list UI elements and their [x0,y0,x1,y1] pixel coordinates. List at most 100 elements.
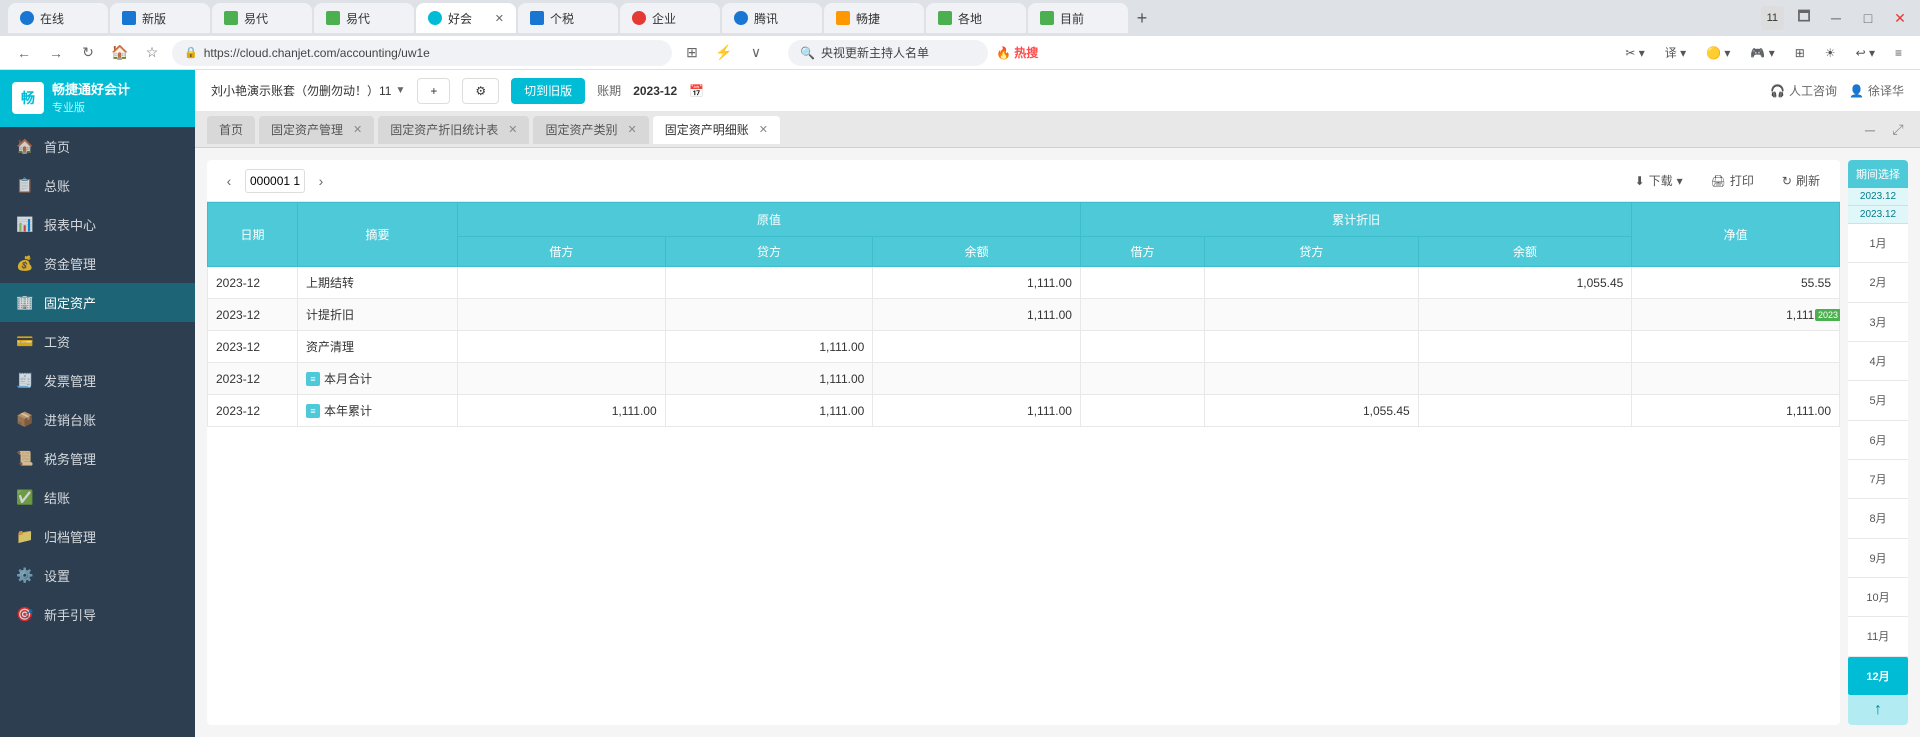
tab-label: 腾讯 [754,10,778,27]
assets-icon: 🏢 [16,293,34,311]
col-acc-debit: 借方 [1080,237,1204,267]
year-badge: 2023 [1815,309,1840,321]
download-button[interactable]: ⬇ 下载 ▾ [1627,168,1691,193]
add-account-button[interactable]: + [417,78,450,104]
month-item-6[interactable]: 6月 [1848,421,1908,460]
browser-tab-geshui[interactable]: 个税 [518,3,618,33]
home-button[interactable]: 🏠 [108,41,132,65]
month-item-4[interactable]: 4月 [1848,342,1908,381]
app-container: 畅 畅捷通好会计 专业版 🏠 首页 📋 总账 📊 报表中心 💰 资金管理 [0,70,1920,737]
brightness-tool[interactable]: ☀ [1819,44,1842,62]
tab-fixed-assets-mgmt[interactable]: 固定资产管理 ✕ [259,116,374,144]
refresh-button[interactable]: ↻ 刷新 [1774,168,1828,193]
month-item-9[interactable]: 9月 [1848,539,1908,578]
sidebar-item-guide[interactable]: 🎯 新手引导 [0,595,195,634]
pager-input[interactable] [245,169,305,193]
cell-summary: ≡ 本月合计 [298,363,458,395]
month-item-8[interactable]: 8月 [1848,499,1908,538]
panel-minimize-button[interactable]: ─ [1860,120,1880,140]
browser-search-box[interactable]: 🔍 央视更新主持人名单 [788,40,988,66]
browser-tab-yidai2[interactable]: 易代 [314,3,414,33]
browser-tab-muqian[interactable]: 目前 [1028,3,1128,33]
sidebar-item-funds[interactable]: 💰 资金管理 [0,244,195,283]
browser-tab-gedi[interactable]: 各地 [926,3,1026,33]
tab-close-icon[interactable]: ✕ [353,123,362,136]
scroll-up-button[interactable]: ↑ [1848,695,1908,725]
sidebar-item-ledger[interactable]: 📋 总账 [0,166,195,205]
sidebar-item-purchase-sales[interactable]: 📦 进销台账 [0,400,195,439]
sidebar-item-reports[interactable]: 📊 报表中心 [0,205,195,244]
tab-label: 固定资产明细账 [665,121,749,138]
month-item-3[interactable]: 3月 [1848,303,1908,342]
grid-tool[interactable]: ⊞ [1789,44,1811,62]
panel-maximize-button[interactable]: ⤢ [1888,120,1908,140]
settings-small-button[interactable]: ⚙ [462,78,499,104]
browser-tab-yidai1[interactable]: 易代 [212,3,312,33]
cell-acc-debit [1080,299,1204,331]
sidebar-item-invoice[interactable]: 🧾 发票管理 [0,361,195,400]
switch-version-button[interactable]: 切到旧版 [511,78,585,104]
cell-net-value: 1,111.00 2023 [1632,299,1840,331]
window-close-button[interactable]: ✕ [1888,6,1912,30]
print-button[interactable]: 🖨 打印 [1703,168,1762,193]
user-button[interactable]: 👤 徐译华 [1849,82,1904,99]
sidebar-item-fixed-assets[interactable]: 🏢 固定资产 [0,283,195,322]
refresh-browser-button[interactable]: ↻ [76,41,100,65]
month-item-12[interactable]: 12月 [1848,657,1908,695]
tab-depreciation-stats[interactable]: 固定资产折旧统计表 ✕ [378,116,529,144]
help-button[interactable]: 🎧 人工咨询 [1770,82,1837,99]
tab-home[interactable]: 首页 [207,116,255,144]
bookmark-button[interactable]: ☆ [140,41,164,65]
menu-tool[interactable]: ≡ [1889,44,1908,62]
sidebar-item-home[interactable]: 🏠 首页 [0,127,195,166]
month-item-10[interactable]: 10月 [1848,578,1908,617]
undo-tool[interactable]: ↩ ▾ [1850,44,1881,62]
maximize-button[interactable]: □ [1856,6,1880,30]
sidebar-item-close-period[interactable]: ✅ 结账 [0,478,195,517]
prev-page-button[interactable]: ‹ [219,171,239,191]
month-item-1[interactable]: 1月 [1848,224,1908,263]
month-item-2[interactable]: 2月 [1848,263,1908,302]
dropdown-button[interactable]: ∨ [744,41,768,65]
account-selector[interactable]: 刘小艳演示账套（勿删勿动！）11 ▼ [211,82,405,99]
next-page-button[interactable]: › [311,171,331,191]
tab-close-icon[interactable]: ✕ [508,123,517,136]
tab-asset-detail[interactable]: 固定资产明细账 ✕ [653,116,780,144]
new-tab-button[interactable]: + [1130,6,1154,30]
month-item-7[interactable]: 7月 [1848,460,1908,499]
month-item-11[interactable]: 11月 [1848,617,1908,656]
browser-tab-changjie[interactable]: 畅捷 [824,3,924,33]
back-button[interactable]: ← [12,41,36,65]
browser-tab-new[interactable]: 新版 [110,3,210,33]
tab-label: 在线 [40,10,64,27]
minimize-button[interactable]: ─ [1824,6,1848,30]
main-content: 刘小艳演示账套（勿删勿动！）11 ▼ + ⚙ 切到旧版 账期 2023-12 📅… [195,70,1920,737]
restore-button[interactable]: 🗖 [1792,6,1816,30]
tab-close-icon[interactable]: ✕ [628,123,637,136]
browser-tab-online[interactable]: 在线 [8,3,108,33]
lightning-button[interactable]: ⚡ [712,41,736,65]
address-bar[interactable]: 🔒 https://cloud.chanjet.com/accounting/u… [172,40,672,66]
browser-tab-qiye[interactable]: 企业 [620,3,720,33]
browser-tab-tengxun[interactable]: 腾讯 [722,3,822,33]
browser-tab-haohui[interactable]: 好会 ✕ [416,3,516,33]
calendar-icon[interactable]: 📅 [689,84,704,98]
wallet-tool[interactable]: 🟡 ▾ [1700,44,1736,62]
month-item-5[interactable]: 5月 [1848,381,1908,420]
sidebar-item-settings[interactable]: ⚙️ 设置 [0,556,195,595]
translate-tool[interactable]: 译 ▾ [1659,42,1692,63]
ledger-icon: 📋 [16,176,34,194]
forward-button[interactable]: → [44,41,68,65]
sidebar-item-archive[interactable]: 📁 归档管理 [0,517,195,556]
headset-icon: 🎧 [1770,84,1785,98]
tab-close-icon[interactable]: ✕ [759,123,768,136]
tab-close-icon[interactable]: ✕ [495,12,504,25]
tab-asset-category[interactable]: 固定资产类别 ✕ [533,116,648,144]
sidebar-item-tax[interactable]: 📜 税务管理 [0,439,195,478]
sidebar-item-payroll[interactable]: 💳 工资 [0,322,195,361]
cut-tool[interactable]: ✂ ▾ [1619,44,1650,62]
extensions-button[interactable]: ⊞ [680,41,704,65]
game-tool[interactable]: 🎮 ▾ [1744,44,1780,62]
cell-date: 2023-12 [208,363,298,395]
hot-search-label[interactable]: 🔥 热搜 [996,44,1038,61]
